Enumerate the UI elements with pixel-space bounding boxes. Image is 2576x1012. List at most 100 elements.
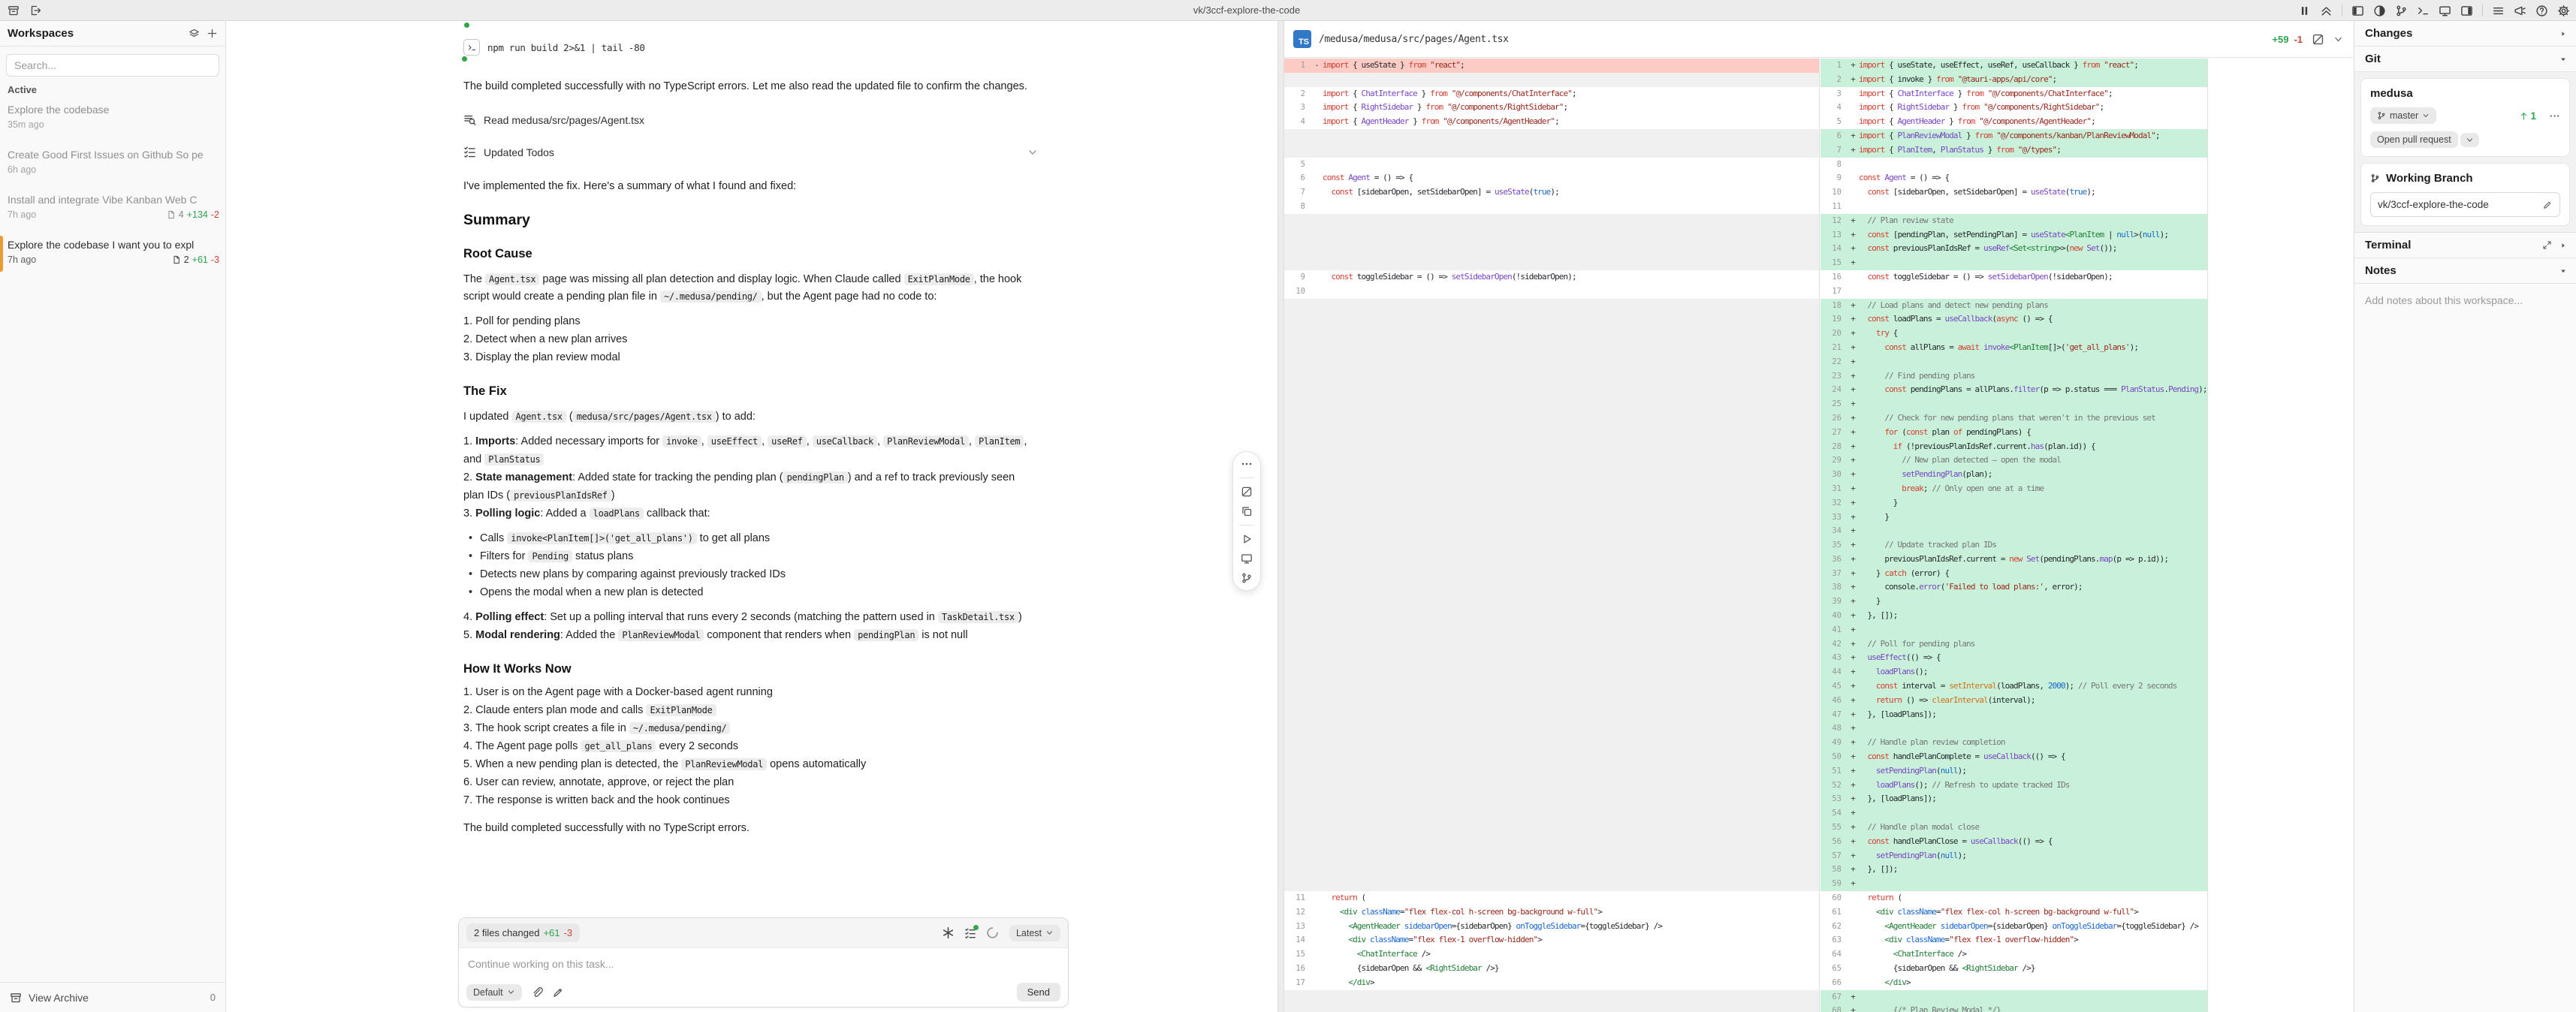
megaphone-icon[interactable] [2514,5,2526,17]
chevron-down-icon[interactable] [1027,147,1038,158]
dots-icon[interactable] [1241,458,1253,470]
deletions-count: -3 [564,927,573,938]
diff-row: 32+ } [1820,496,2207,511]
layers-icon[interactable] [189,28,200,39]
tool-call-row[interactable]: Updated Todos [463,146,1038,158]
plus-icon[interactable] [207,28,218,39]
diff-filler-row [1284,637,1819,652]
diff-filler-row [1284,665,1819,679]
diff-filler-row [1284,426,1819,440]
diff-filler-row [1284,397,1819,411]
commits-ahead[interactable]: 1 [2519,110,2536,122]
diff-filler-row [1284,440,1819,454]
inline-code: ~/.medusa/pending/ [629,722,731,734]
pause-icon[interactable] [2298,5,2311,17]
workspace-item[interactable]: Explore the codebase I want you to expl7… [0,232,225,277]
diff-filler-row [1284,779,1819,793]
chat-paragraph: I've implemented the fix. Here's a summa… [463,178,1038,195]
expand-icon[interactable] [2542,240,2552,250]
collapse-file-icon[interactable] [2333,35,2343,44]
workspace-title: Explore the codebase [8,104,219,116]
play-icon[interactable] [1241,533,1253,545]
diff-filler-row [1284,877,1819,891]
spinner-icon [986,926,999,939]
diff-filler-row [1284,468,1819,482]
diff-filler-row [1284,369,1819,384]
diff-row: 10 [1284,285,1819,299]
caret-right-icon [2559,242,2567,249]
open-pr-button[interactable]: Open pull request [2370,131,2458,148]
search-input[interactable] [6,54,219,77]
list-item: 1. Poll for pending plans [463,312,1038,330]
list-item: 2. Claude enters plan mode and calls Exi… [463,701,1038,719]
chat-panel: npm run build 2>&1 | tail -80 The build c… [227,21,1277,1012]
diff-row: 49+ // Handle plan review completion [1820,736,2207,750]
diff-row: 28+ if (!previousPlanIdsRef.current.has(… [1820,440,2207,454]
additions-count: +61 [543,927,560,938]
files-changed-pill[interactable]: 2 files changed +61 -3 [466,923,580,942]
split-view-icon[interactable] [2312,33,2324,46]
diff-row: 17 [1820,285,2207,299]
notes-input[interactable]: Add notes about this workspace... [2354,284,2576,317]
diff-row: 2import { ChatInterface } from "@/compon… [1284,87,1819,101]
chevrons-up-icon[interactable] [2320,5,2333,17]
help-icon[interactable] [2535,5,2548,17]
monitor-icon[interactable] [1241,553,1253,565]
contrast-icon[interactable] [2373,5,2386,17]
diff-filler-row [1284,863,1819,877]
inline-code: Agent.tsx [512,411,566,423]
list-item: •Calls invoke<PlanItem[]>('get_all_plans… [463,529,1038,547]
pen-icon[interactable] [552,986,564,998]
diff-row: 14+ const previousPlanIdsRef = useRef<Se… [1820,242,2207,256]
diff-box-icon[interactable] [1241,486,1253,498]
more-actions-icon[interactable] [2549,110,2560,122]
chevron-down-icon [1045,929,1054,937]
separator [1239,525,1254,526]
mode-dropdown[interactable]: Default [466,984,522,1001]
panel-left-icon[interactable] [2351,5,2364,17]
view-archive-button[interactable]: View Archive 0 [0,982,225,1012]
spark-icon[interactable] [942,926,955,939]
list-item: 1. User is on the Agent page with a Dock… [463,683,1038,701]
copy-icon[interactable] [1241,505,1253,517]
workspace-item[interactable]: Install and integrate Vibe Kanban Web C7… [0,187,225,232]
version-dropdown[interactable]: Latest [1009,925,1060,941]
terminal-line-icon[interactable] [2417,5,2430,17]
tool-call-row[interactable]: npm run build 2>&1 | tail -80 [463,39,1038,56]
notes-section-header[interactable]: Notes [2354,258,2576,284]
working-branch-input[interactable]: vk/3ccf-explore-the-code [2370,192,2560,217]
branch-dropdown[interactable]: master [2370,107,2436,124]
diff-filler-row [1284,553,1819,567]
pr-options-button[interactable] [2460,133,2479,147]
chat-paragraph: The build completed successfully with no… [463,78,1038,95]
diff-row: 24+ const pendingPlans = allPlans.filter… [1820,383,2207,397]
todos-status-icon[interactable] [964,927,976,939]
monitor-icon[interactable] [2439,5,2451,17]
git-section-header[interactable]: Git [2354,47,2576,72]
panel-right-icon[interactable] [2460,5,2473,17]
diff-row: 13+ const [pendingPlan, setPendingPlan] … [1820,228,2207,242]
diff-filler-row [1284,327,1819,341]
changes-section-header[interactable]: Changes [2354,21,2576,47]
inline-code: medusa/src/pages/Agent.tsx [573,411,716,423]
diff-row: 1-import { useState } from "react"; [1284,59,1819,73]
menu-icon[interactable] [2492,5,2505,17]
ordered-list: 1. Poll for pending plans2. Detect when … [463,312,1038,366]
workspace-item[interactable]: Create Good First Issues on Github So pe… [0,142,225,187]
diff-row: 22+ [1820,355,2207,369]
settings-icon[interactable] [2557,5,2570,17]
diff-row: 35+ // Update tracked plan IDs [1820,538,2207,553]
branch-icon[interactable] [2395,5,2408,17]
tool-call-row[interactable]: Read medusa/src/pages/Agent.tsx [463,113,1038,126]
edit-branch-icon[interactable] [2542,200,2553,210]
inline-code: PlanReviewModal [681,758,767,770]
branch-icon[interactable] [1241,572,1253,584]
inline-code: pendingPlan [783,471,848,483]
send-button[interactable]: Send [1017,983,1060,1001]
message-input[interactable]: Continue working on this task... [459,948,1068,970]
diff-filler-row [1284,73,1819,87]
terminal-section-header[interactable]: Terminal [2354,233,2576,258]
panel-resize-handle[interactable] [1277,21,1284,1012]
workspace-item[interactable]: Explore the codebase35m ago [0,97,225,142]
attachment-icon[interactable] [531,986,543,998]
